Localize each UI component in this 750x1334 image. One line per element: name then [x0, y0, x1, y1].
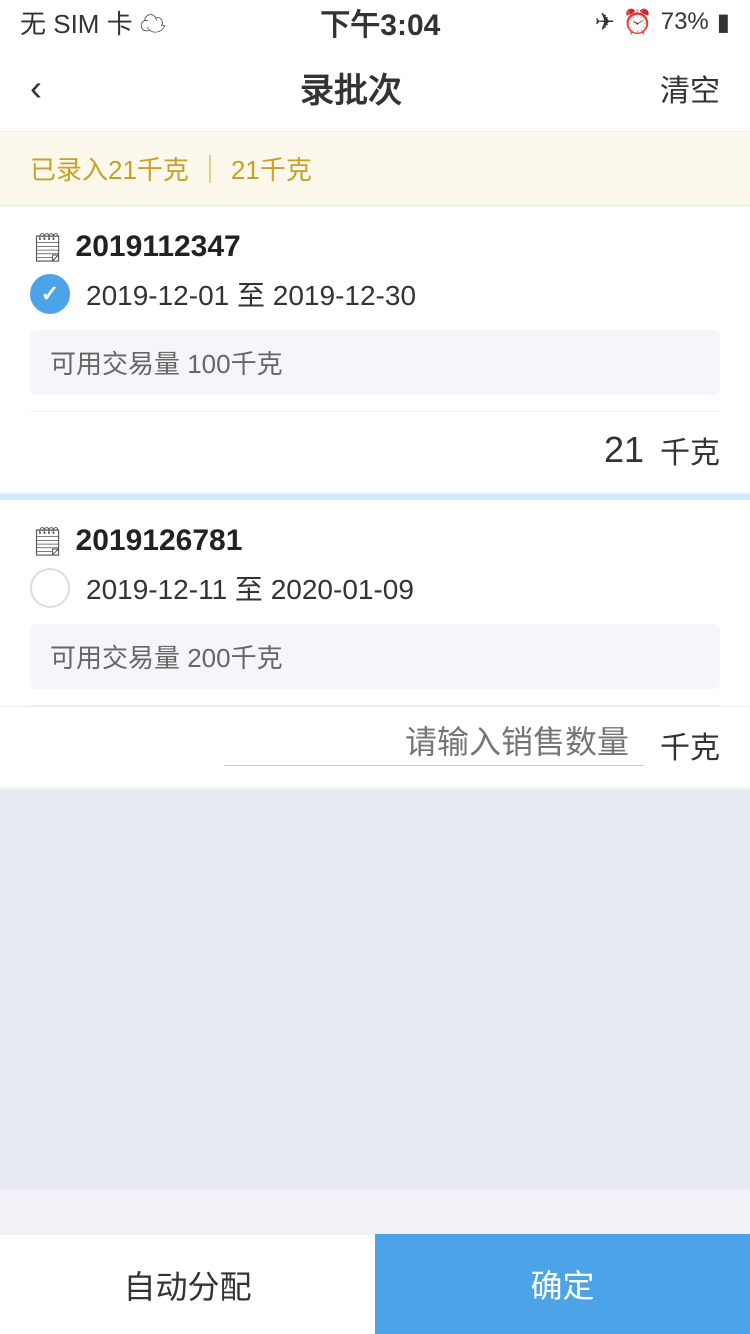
- batch-availability-2: 可用交易量 200千克: [30, 624, 720, 689]
- batch-icon-2: 🗒: [30, 525, 66, 558]
- recorded-label: 已录入21千克: [30, 150, 189, 187]
- battery-level: 73%: [661, 8, 709, 36]
- batch-dates-2: 2019-12-11 至 2020-01-09: [86, 568, 414, 608]
- checkmark-icon: ✓: [41, 281, 59, 307]
- confirm-button[interactable]: 确定: [375, 1234, 750, 1334]
- batch-id-1: 2019112347: [76, 230, 241, 264]
- nav-bar: ‹ 录批次 清空: [0, 44, 750, 132]
- batch-checkbox-2[interactable]: [30, 568, 70, 608]
- quantity-row-1: 21 千克: [0, 412, 750, 492]
- batch-id-2: 2019126781: [76, 524, 243, 558]
- auto-distribute-button[interactable]: 自动分配: [0, 1234, 375, 1334]
- batch-availability-1: 可用交易量 100千克: [30, 330, 720, 395]
- quantity-value-1: 21: [564, 429, 644, 471]
- quantity-input-wrapper: 千克: [30, 723, 720, 767]
- status-left: 无 SIM 卡 ☁: [20, 4, 166, 41]
- quantity-unit-1: 千克: [660, 428, 720, 472]
- quantity-input-area-2: 千克: [0, 706, 750, 787]
- battery-icon: ▮: [717, 8, 730, 37]
- batch-dates-1: 2019-12-01 至 2019-12-30: [86, 274, 416, 314]
- batch-checkbox-1[interactable]: ✓: [30, 274, 70, 314]
- batch-header-1: 🗒 2019112347: [0, 206, 750, 274]
- info-divider: [209, 155, 211, 183]
- location-icon: ✈: [595, 8, 615, 37]
- batch-dates-row-1: ✓ 2019-12-01 至 2019-12-30: [0, 274, 750, 330]
- status-time: 下午3:04: [320, 0, 440, 44]
- status-right: ✈ ⏰ 73% ▮: [595, 8, 730, 37]
- quantity-input-2[interactable]: [224, 724, 644, 766]
- clear-button[interactable]: 清空: [660, 66, 720, 110]
- batch-header-2: 🗒 2019126781: [0, 500, 750, 568]
- batch-card-2: 🗒 2019126781 2019-12-11 至 2020-01-09 可用交…: [0, 500, 750, 787]
- batch-card-1: 🗒 2019112347 ✓ 2019-12-01 至 2019-12-30 可…: [0, 206, 750, 492]
- footer: 自动分配 确定: [0, 1234, 750, 1334]
- batch-icon-1: 🗒: [30, 231, 66, 264]
- bottom-area: [0, 789, 750, 1189]
- page-title: 录批次: [300, 63, 402, 112]
- alarm-icon: ⏰: [623, 8, 653, 37]
- sim-status: 无 SIM 卡 ☁: [20, 4, 166, 41]
- qty-unit-label-2: 千克: [660, 723, 720, 767]
- status-bar: 无 SIM 卡 ☁ 下午3:04 ✈ ⏰ 73% ▮: [0, 0, 750, 44]
- batch-dates-row-2: 2019-12-11 至 2020-01-09: [0, 568, 750, 624]
- back-button[interactable]: ‹: [30, 67, 42, 109]
- info-banner: 已录入21千克 21千克: [0, 132, 750, 206]
- info-value: 21千克: [231, 150, 312, 187]
